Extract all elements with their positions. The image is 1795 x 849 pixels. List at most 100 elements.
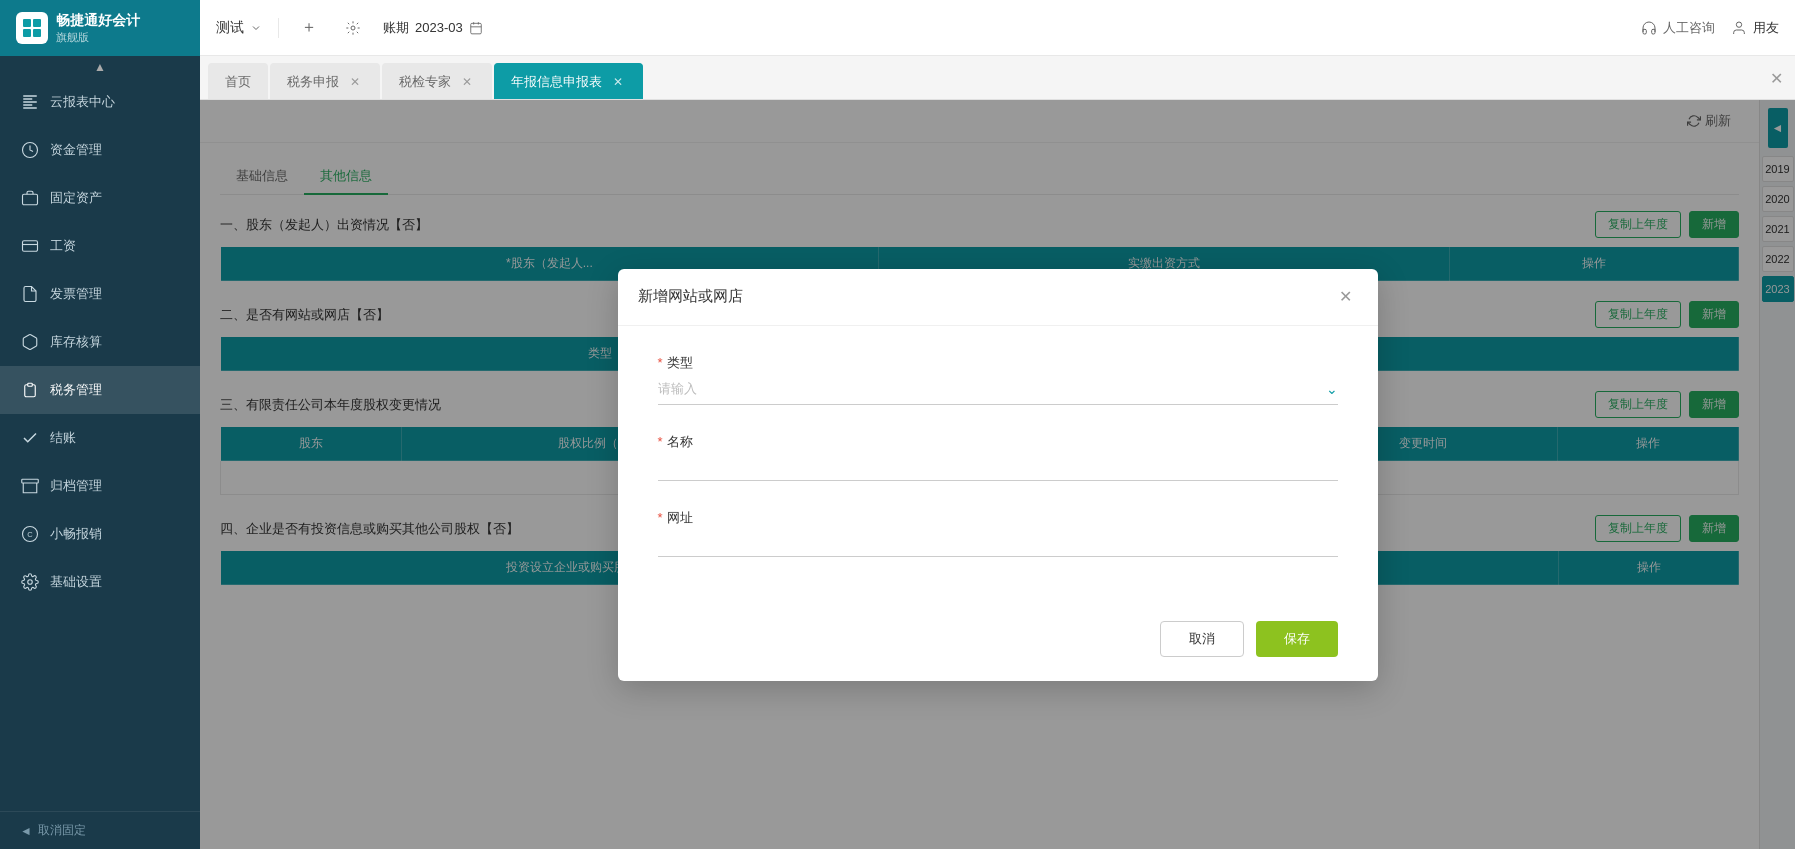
settings-icon	[20, 572, 40, 592]
sidebar-nav: 云报表中心 资金管理 固定资产 工资	[0, 78, 200, 811]
sidebar-item-label: 发票管理	[50, 285, 102, 303]
topbar: 测试 ＋ 账期 2023-03 人工咨询 用友	[200, 0, 1795, 56]
expense-icon: C	[20, 524, 40, 544]
tab-close-tax[interactable]: ✕	[347, 74, 363, 90]
name-input[interactable]	[658, 457, 1338, 476]
save-button[interactable]: 保存	[1256, 621, 1338, 657]
period-value: 2023-03	[415, 20, 463, 35]
form-field-name: * 名称	[658, 433, 1338, 481]
svg-point-13	[351, 26, 355, 30]
sidebar-item-label: 资金管理	[50, 141, 102, 159]
svg-point-12	[28, 580, 33, 585]
period-display: 账期 2023-03	[383, 19, 483, 37]
tab-bar-close-button[interactable]: ✕	[1770, 68, 1783, 87]
topbar-right: 人工咨询 用友	[1641, 19, 1779, 37]
company-name: 测试	[216, 19, 244, 37]
company-dropdown-icon	[250, 22, 262, 34]
sidebar-header: 畅捷通好会计 旗舰版	[0, 0, 200, 56]
svg-rect-1	[33, 19, 41, 27]
content-area: 刷新 基础信息 其他信息	[200, 100, 1795, 849]
sidebar-item-expense[interactable]: C 小畅报销	[0, 510, 200, 558]
svg-rect-5	[23, 194, 38, 205]
app-subtitle: 旗舰版	[56, 30, 140, 45]
type-placeholder: 请输入	[658, 380, 697, 398]
service-button[interactable]: 人工咨询	[1641, 19, 1715, 37]
tab-home[interactable]: 首页	[208, 63, 268, 99]
sidebar-item-label: 固定资产	[50, 189, 102, 207]
user-menu[interactable]: 用友	[1731, 19, 1779, 37]
sidebar-item-salary[interactable]: 工资	[0, 222, 200, 270]
gear-icon	[345, 20, 361, 36]
tab-label: 税检专家	[399, 73, 451, 91]
modal-body: * 类型 请输入 ⌄	[618, 326, 1378, 605]
chevron-down-icon: ⌄	[1326, 381, 1338, 397]
sidebar-item-checkout[interactable]: 结账	[0, 414, 200, 462]
service-label: 人工咨询	[1663, 19, 1715, 37]
archive-icon	[20, 476, 40, 496]
invoice-icon	[20, 284, 40, 304]
sidebar-item-label: 小畅报销	[50, 525, 102, 543]
name-field-label: 名称	[667, 433, 693, 451]
sidebar-item-invoice[interactable]: 发票管理	[0, 270, 200, 318]
tab-tax-inspection[interactable]: 税检专家 ✕	[382, 63, 492, 99]
svg-rect-2	[23, 29, 31, 37]
sidebar-item-inventory[interactable]: 库存核算	[0, 318, 200, 366]
sidebar-item-label: 基础设置	[50, 573, 102, 591]
tab-tax-declaration[interactable]: 税务申报 ✕	[270, 63, 380, 99]
tab-label: 税务申报	[287, 73, 339, 91]
form-field-type: * 类型 请输入 ⌄	[658, 354, 1338, 405]
cancel-button[interactable]: 取消	[1160, 621, 1244, 657]
svg-rect-14	[470, 23, 481, 33]
required-star: *	[658, 355, 663, 370]
app-logo	[16, 12, 48, 44]
modal-header: 新增网站或网店 ✕	[618, 269, 1378, 326]
sidebar-item-fund[interactable]: 资金管理	[0, 126, 200, 174]
type-select[interactable]: 请输入 ⌄	[658, 374, 1338, 404]
svg-rect-9	[22, 479, 39, 483]
tab-close-annual[interactable]: ✕	[610, 74, 626, 90]
sidebar-item-assets[interactable]: 固定资产	[0, 174, 200, 222]
company-selector[interactable]: 测试	[216, 19, 262, 37]
svg-rect-6	[23, 241, 38, 252]
add-button[interactable]: ＋	[295, 14, 323, 42]
tab-label: 年报信息申报表	[511, 73, 602, 91]
footer-label: 取消固定	[38, 822, 86, 839]
tabs-bar: 首页 税务申报 ✕ 税检专家 ✕ 年报信息申报表 ✕ ✕	[200, 56, 1795, 100]
topbar-divider	[278, 18, 279, 38]
modal-close-button[interactable]: ✕	[1334, 285, 1358, 309]
sidebar-footer[interactable]: ◄ 取消固定	[0, 811, 200, 849]
sidebar-item-label: 结账	[50, 429, 76, 447]
tax-icon	[20, 380, 40, 400]
cloud-report-icon	[20, 92, 40, 112]
form-field-url: * 网址	[658, 509, 1338, 557]
assets-icon	[20, 188, 40, 208]
checkout-icon	[20, 428, 40, 448]
sidebar-item-label: 税务管理	[50, 381, 102, 399]
modal-overlay[interactable]: 新增网站或网店 ✕ * 类型 请输入	[200, 100, 1795, 849]
user-name: 用友	[1753, 19, 1779, 37]
tab-annual-report[interactable]: 年报信息申报表 ✕	[494, 63, 643, 99]
modal: 新增网站或网店 ✕ * 类型 请输入	[618, 269, 1378, 681]
sidebar-item-archive[interactable]: 归档管理	[0, 462, 200, 510]
settings-button[interactable]	[339, 14, 367, 42]
calendar-icon[interactable]	[469, 21, 483, 35]
url-input[interactable]	[658, 533, 1338, 552]
required-star: *	[658, 510, 663, 525]
sidebar-scroll-up[interactable]: ▲	[0, 56, 200, 78]
sidebar-item-tax[interactable]: 税务管理	[0, 366, 200, 414]
sidebar-item-cloud-report[interactable]: 云报表中心	[0, 78, 200, 126]
sidebar-item-settings[interactable]: 基础设置	[0, 558, 200, 606]
svg-point-18	[1736, 22, 1741, 27]
tab-home-label: 首页	[225, 73, 251, 91]
sidebar-item-label: 云报表中心	[50, 93, 115, 111]
svg-rect-8	[28, 383, 33, 386]
sidebar-item-label: 工资	[50, 237, 76, 255]
headset-icon	[1641, 20, 1657, 36]
tab-close-inspection[interactable]: ✕	[459, 74, 475, 90]
svg-rect-0	[23, 19, 31, 27]
main-area: 测试 ＋ 账期 2023-03 人工咨询 用友	[200, 0, 1795, 849]
url-field-label: 网址	[667, 509, 693, 527]
app-title: 畅捷通好会计	[56, 11, 140, 29]
sidebar: 畅捷通好会计 旗舰版 ▲ 云报表中心 资金管理	[0, 0, 200, 849]
fund-icon	[20, 140, 40, 160]
